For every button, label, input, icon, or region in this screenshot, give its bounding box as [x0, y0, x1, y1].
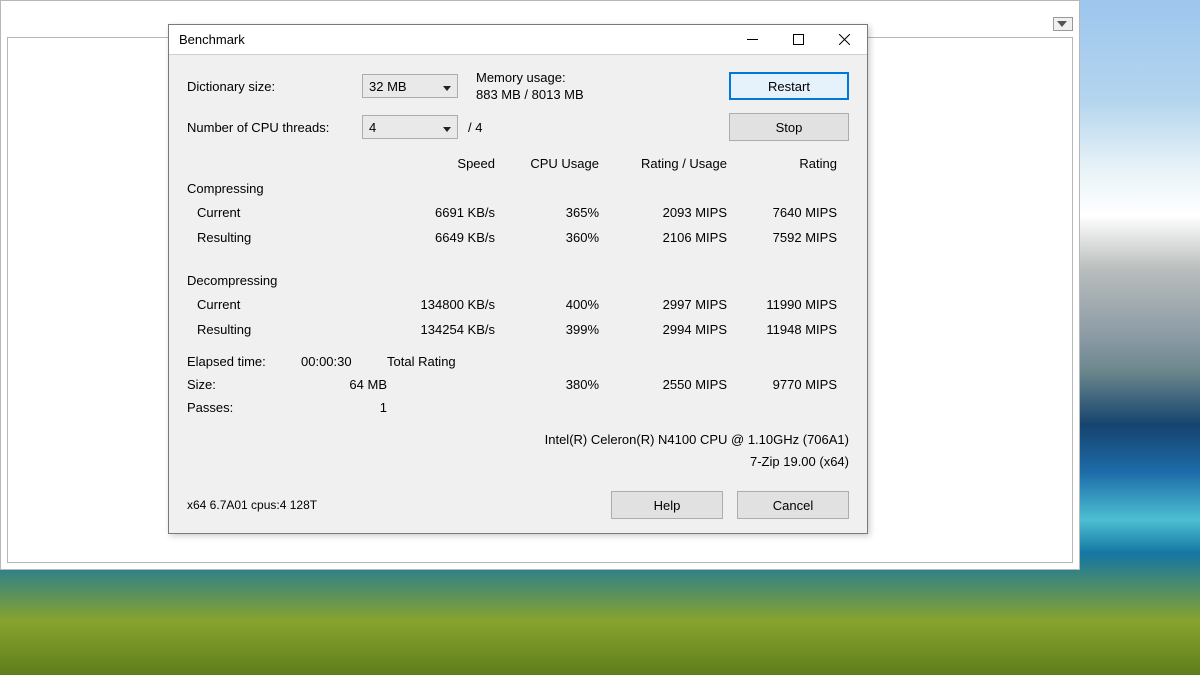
compressing-title: Compressing: [187, 176, 849, 200]
cell-ru: 2997 MIPS: [599, 297, 727, 312]
decompress-current-row: Current 134800 KB/s 400% 2997 MIPS 11990…: [187, 292, 849, 317]
passes-label: Passes:: [187, 400, 301, 415]
cell-ru: 2994 MIPS: [599, 322, 727, 337]
title-bar: Benchmark: [169, 25, 867, 55]
cpu-threads-select[interactable]: 4: [362, 115, 458, 139]
cell-speed: 134800 KB/s: [357, 297, 495, 312]
decompress-result-row: Resulting 134254 KB/s 399% 2994 MIPS 119…: [187, 317, 849, 342]
compress-current-row: Current 6691 KB/s 365% 2093 MIPS 7640 MI…: [187, 200, 849, 225]
minimize-icon: [747, 34, 758, 45]
cell-ru: 2093 MIPS: [599, 205, 727, 220]
cell-cpu: 399%: [495, 322, 599, 337]
row-label: Resulting: [187, 230, 357, 245]
row-label: Current: [187, 205, 357, 220]
minimize-button[interactable]: [729, 25, 775, 55]
size-value: 64 MB: [301, 377, 387, 392]
cell-speed: 134254 KB/s: [357, 322, 495, 337]
cpu-threads-label: Number of CPU threads:: [187, 120, 362, 135]
chevron-down-icon: [443, 120, 451, 135]
cell-cpu: 365%: [495, 205, 599, 220]
cell-rating: 11990 MIPS: [727, 297, 837, 312]
restart-button[interactable]: Restart: [729, 72, 849, 100]
memory-usage-label: Memory usage:: [476, 69, 584, 86]
cell-ru: 2106 MIPS: [599, 230, 727, 245]
col-rating-usage: Rating / Usage: [599, 156, 727, 171]
maximize-button[interactable]: [775, 25, 821, 55]
chevron-down-icon: [443, 79, 451, 94]
decompressing-title: Decompressing: [187, 268, 849, 292]
row-label: Current: [187, 297, 357, 312]
elapsed-label: Elapsed time:: [187, 354, 301, 369]
col-rating: Rating: [727, 156, 837, 171]
cell-speed: 6649 KB/s: [357, 230, 495, 245]
stop-button[interactable]: Stop: [729, 113, 849, 141]
total-rating: 9770 MIPS: [727, 377, 837, 392]
window-title: Benchmark: [179, 32, 729, 47]
cancel-button[interactable]: Cancel: [737, 491, 849, 519]
cpu-threads-value: 4: [369, 120, 376, 135]
cell-rating: 11948 MIPS: [727, 322, 837, 337]
dictionary-size-select[interactable]: 32 MB: [362, 74, 458, 98]
close-icon: [839, 34, 850, 45]
col-cpu: CPU Usage: [495, 156, 599, 171]
dictionary-size-value: 32 MB: [369, 79, 407, 94]
total-rating-label: Total Rating: [387, 354, 497, 369]
col-speed: Speed: [357, 156, 495, 171]
cell-cpu: 360%: [495, 230, 599, 245]
cell-rating: 7592 MIPS: [727, 230, 837, 245]
cpu-info: Intel(R) Celeron(R) N4100 CPU @ 1.10GHz …: [187, 429, 849, 451]
build-info: x64 6.7A01 cpus:4 128T: [187, 498, 317, 512]
benchmark-dialog: Benchmark Dictionary size: 32 MB Memory …: [168, 24, 868, 534]
close-button[interactable]: [821, 25, 867, 55]
cell-cpu: 400%: [495, 297, 599, 312]
total-ru: 2550 MIPS: [599, 377, 727, 392]
cpu-threads-max: / 4: [468, 120, 482, 135]
results-header: Speed CPU Usage Rating / Usage Rating: [187, 151, 849, 176]
dropdown-toggle-icon[interactable]: [1053, 17, 1073, 31]
cell-speed: 6691 KB/s: [357, 205, 495, 220]
version-info: 7-Zip 19.00 (x64): [187, 451, 849, 473]
dictionary-size-label: Dictionary size:: [187, 79, 362, 94]
size-label: Size:: [187, 377, 301, 392]
row-label: Resulting: [187, 322, 357, 337]
total-cpu: 380%: [497, 377, 599, 392]
elapsed-value: 00:00:30: [301, 354, 387, 369]
help-button[interactable]: Help: [611, 491, 723, 519]
passes-value: 1: [301, 400, 387, 415]
maximize-icon: [793, 34, 804, 45]
compress-result-row: Resulting 6649 KB/s 360% 2106 MIPS 7592 …: [187, 225, 849, 250]
cell-rating: 7640 MIPS: [727, 205, 837, 220]
memory-usage-value: 883 MB / 8013 MB: [476, 86, 584, 103]
